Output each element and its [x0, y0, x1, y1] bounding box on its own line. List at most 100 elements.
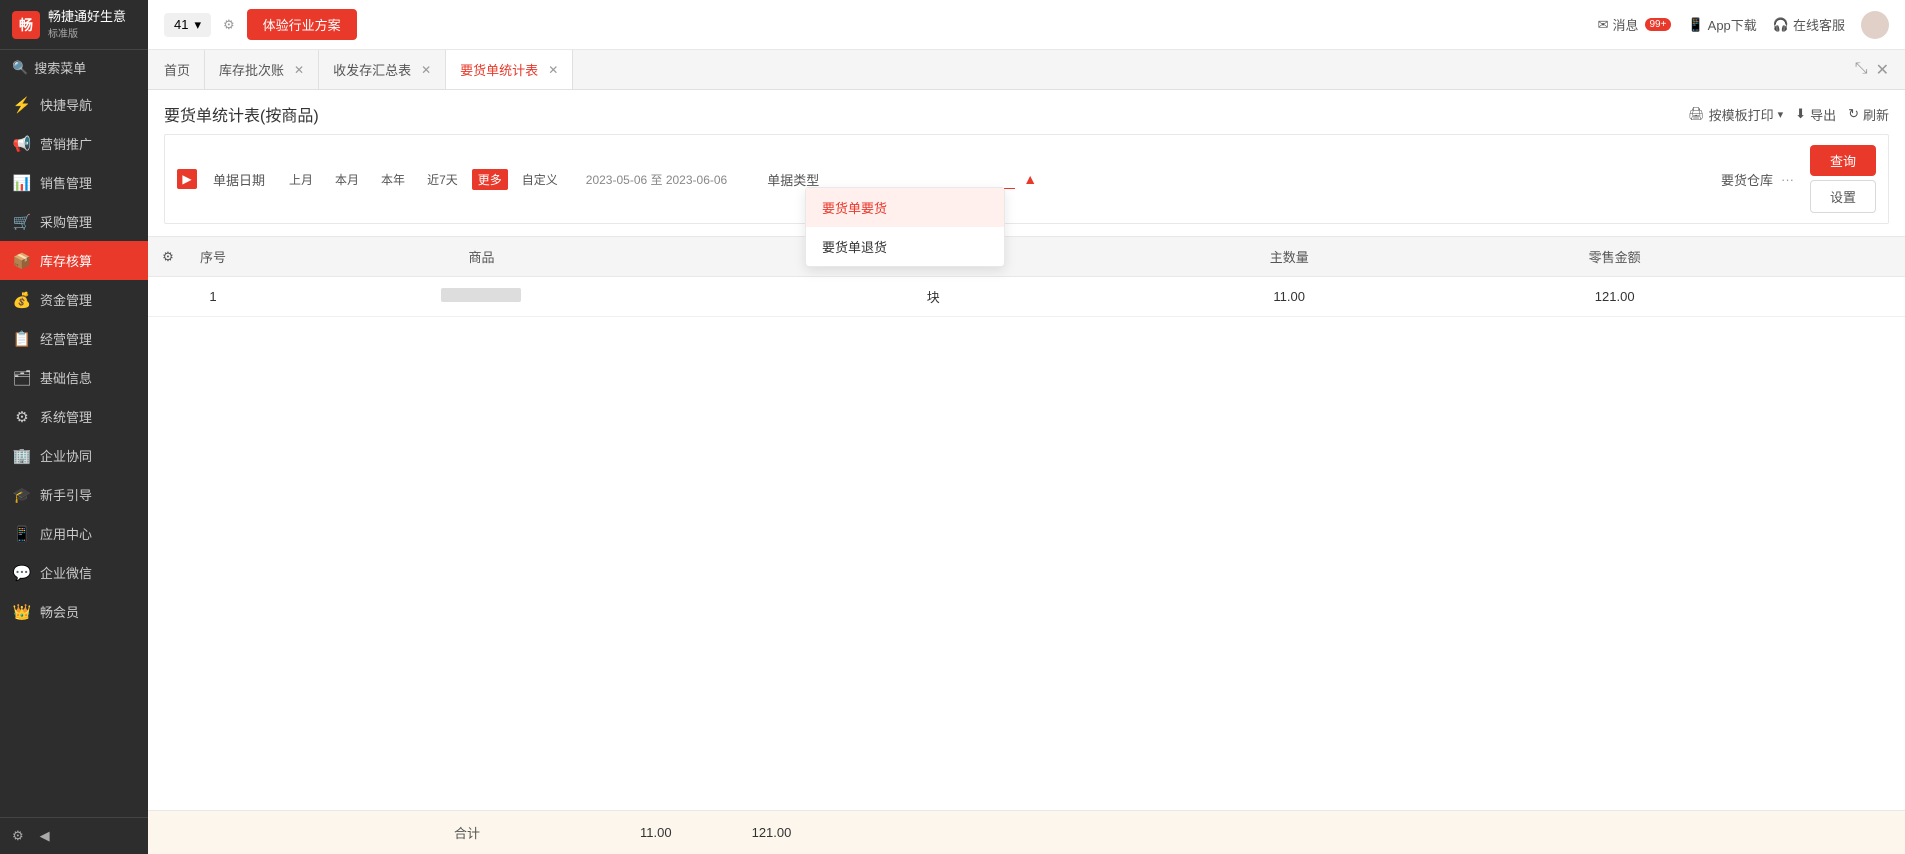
tab-close-inventory-batch[interactable]: ✕ — [294, 63, 304, 77]
tab-receivables-summary[interactable]: 收发存汇总表 ✕ — [319, 50, 446, 89]
tab-home[interactable]: 首页 — [164, 50, 205, 89]
nav-label-operation: 经营管理 — [40, 329, 92, 348]
date-range-display: 2023-05-06 至 2023-06-06 — [586, 171, 727, 188]
sidebar-item-finance[interactable]: 💰资金管理 — [0, 280, 148, 319]
tab-label-inventory-batch: 库存批次账 — [219, 60, 284, 79]
sidebar-item-inventory[interactable]: 📦 库存核算 — [0, 241, 148, 280]
main-content: 41 ▾ ⚙ 体验行业方案 ✉ 消息 99+ 📱 App下载 🎧 在线客服 — [148, 0, 1905, 854]
search-menu[interactable]: 🔍 搜索菜单 — [0, 50, 148, 85]
nav-icon-inventory: 📦 — [12, 252, 32, 270]
filter-settings-button[interactable]: 设置 — [1810, 180, 1876, 213]
topbar: 41 ▾ ⚙ 体验行业方案 ✉ 消息 99+ 📱 App下载 🎧 在线客服 — [148, 0, 1905, 50]
row-qty: 11.00 — [1142, 277, 1437, 317]
dropdown-item-order[interactable]: 要货单要货 — [806, 188, 1004, 227]
sidebar-item-guide[interactable]: 🎓新手引导 — [0, 475, 148, 514]
nav-icon-operation: 📋 — [12, 330, 32, 348]
nav-label-vip: 畅会员 — [40, 602, 79, 621]
print-dropdown-icon: ▾ — [1778, 108, 1784, 121]
sidebar-item-sales[interactable]: 📊销售管理 — [0, 163, 148, 202]
sidebar-item-system[interactable]: ⚙系统管理 — [0, 397, 148, 436]
tabs-bar: 首页库存批次账✕收发存汇总表✕要货单统计表✕ ⤡ ✕ — [148, 50, 1905, 90]
type-input[interactable] — [827, 169, 1015, 189]
nav-icon-purchase: 🛒 — [12, 213, 32, 231]
warehouse-label: 要货仓库 — [1721, 170, 1773, 189]
tab-order-stats[interactable]: 要货单统计表✕ — [446, 50, 573, 89]
refresh-btn[interactable]: ↻ 刷新 — [1848, 105, 1889, 124]
warehouse-more-icon[interactable]: ··· — [1781, 172, 1794, 187]
footer-total-amount: 121.00 — [752, 825, 792, 840]
tab-close-receivables-summary[interactable]: ✕ — [421, 63, 431, 77]
date-7days-btn[interactable]: 近7天 — [419, 169, 466, 190]
nav-label-inventory: 库存核算 — [40, 251, 92, 270]
date-more-btn[interactable]: 更多 — [472, 169, 508, 190]
footer-total-qty: 11.00 — [640, 825, 672, 840]
footer-label: 合计 — [454, 823, 480, 842]
tab-expand-icon[interactable]: ⤡ — [1855, 60, 1868, 80]
tab-label-home: 首页 — [164, 60, 190, 79]
sidebar-item-appstore[interactable]: 📱应用中心 — [0, 514, 148, 553]
nav-label-system: 系统管理 — [40, 407, 92, 426]
settings-icon[interactable]: ⚙ — [12, 828, 24, 844]
messages-btn[interactable]: ✉ 消息 99+ — [1598, 15, 1672, 34]
phone-icon: 📱 — [1687, 17, 1703, 33]
type-dropdown-open-icon[interactable]: ▲ — [1023, 171, 1037, 187]
trial-button[interactable]: 体验行业方案 — [247, 9, 357, 40]
company-selector[interactable]: 41 ▾ — [164, 13, 211, 37]
filter-buttons: 查询 设置 — [1810, 145, 1876, 213]
chevron-down-icon: ▾ — [194, 17, 201, 33]
topbar-gear-icon[interactable]: ⚙ — [223, 17, 235, 33]
nav-label-appstore: 应用中心 — [40, 524, 92, 543]
sidebar-item-basic[interactable]: 🗂基础信息 — [0, 358, 148, 397]
filter-toggle-btn[interactable]: ▶ — [177, 169, 197, 189]
type-label: 单据类型 — [767, 170, 819, 189]
page-title: 要货单统计表(按商品) — [164, 102, 319, 126]
query-button[interactable]: 查询 — [1810, 145, 1876, 176]
page-actions: 🖨 按模板打印 ▾ ⬇ 导出 ↻ 刷新 — [1688, 105, 1889, 124]
sidebar-item-purchase[interactable]: 🛒采购管理 — [0, 202, 148, 241]
table-footer: 合计 11.00 121.00 — [148, 810, 1905, 854]
tab-inventory-batch[interactable]: 库存批次账 ✕ — [205, 50, 319, 89]
message-icon: ✉ — [1598, 17, 1609, 33]
nav-icon-basic: 🗂 — [12, 369, 32, 387]
topbar-left: 41 ▾ ⚙ 体验行业方案 — [164, 9, 357, 40]
col-header-settings[interactable]: ⚙ — [148, 237, 188, 277]
search-icon: 🔍 — [12, 60, 28, 76]
nav-icon-vip: 👑 — [12, 603, 32, 621]
nav-label-sales: 销售管理 — [40, 173, 92, 192]
print-btn[interactable]: 🖨 按模板打印 ▾ — [1688, 105, 1783, 124]
service-btn[interactable]: 🎧 在线客服 — [1773, 15, 1845, 34]
avatar[interactable] — [1861, 11, 1889, 39]
sidebar-bottom: ⚙ ◀ — [0, 817, 148, 854]
date-custom-btn[interactable]: 自定义 — [514, 169, 566, 190]
nav-icon-finance: 💰 — [12, 291, 32, 309]
collapse-icon[interactable]: ◀ — [40, 828, 50, 844]
date-last-month-btn[interactable]: 上月 — [281, 169, 321, 190]
sidebar-item-vip[interactable]: 👑 畅会员 — [0, 592, 148, 631]
col-header-product: 商品 — [238, 237, 725, 277]
export-icon: ⬇ — [1795, 106, 1806, 122]
col-header-amount: 零售金额 — [1437, 237, 1793, 277]
headset-icon: 🎧 — [1773, 17, 1789, 33]
logo-icon: 畅 — [12, 11, 40, 39]
sidebar-item-wechat[interactable]: 💬企业微信 — [0, 553, 148, 592]
date-this-year-btn[interactable]: 本年 — [373, 169, 413, 190]
sidebar-item-operation[interactable]: 📋 经营管理 — [0, 319, 148, 358]
filter-warehouse-section: 要货仓库 ··· — [1721, 170, 1794, 189]
print-icon: 🖨 — [1688, 106, 1705, 122]
tab-label-receivables-summary: 收发存汇总表 — [333, 60, 411, 79]
table-row: 1 块 11.00 121.00 — [148, 277, 1905, 317]
row-product — [238, 277, 725, 317]
tab-close-all-icon[interactable]: ✕ — [1876, 60, 1889, 80]
sidebar-item-enterprise[interactable]: 🏢企业协同 — [0, 436, 148, 475]
sidebar-item-quick-nav[interactable]: ⚡快捷导航 — [0, 85, 148, 124]
export-btn[interactable]: ⬇ 导出 — [1795, 105, 1836, 124]
data-table: ⚙ 序号 商品 主计量单位 主数量 零售金额 1 块 11.00 121.00 — [148, 236, 1905, 317]
date-label: 单据日期 — [213, 170, 265, 189]
dropdown-item-return[interactable]: 要货单退货 — [806, 227, 1004, 266]
app-download-btn[interactable]: 📱 App下载 — [1687, 15, 1756, 34]
tab-close-order-stats[interactable]: ✕ — [548, 63, 558, 77]
topbar-right: ✉ 消息 99+ 📱 App下载 🎧 在线客服 — [1598, 11, 1889, 39]
date-this-month-btn[interactable]: 本月 — [327, 169, 367, 190]
sidebar-item-marketing[interactable]: 📢营销推广 — [0, 124, 148, 163]
row-settings — [148, 277, 188, 317]
